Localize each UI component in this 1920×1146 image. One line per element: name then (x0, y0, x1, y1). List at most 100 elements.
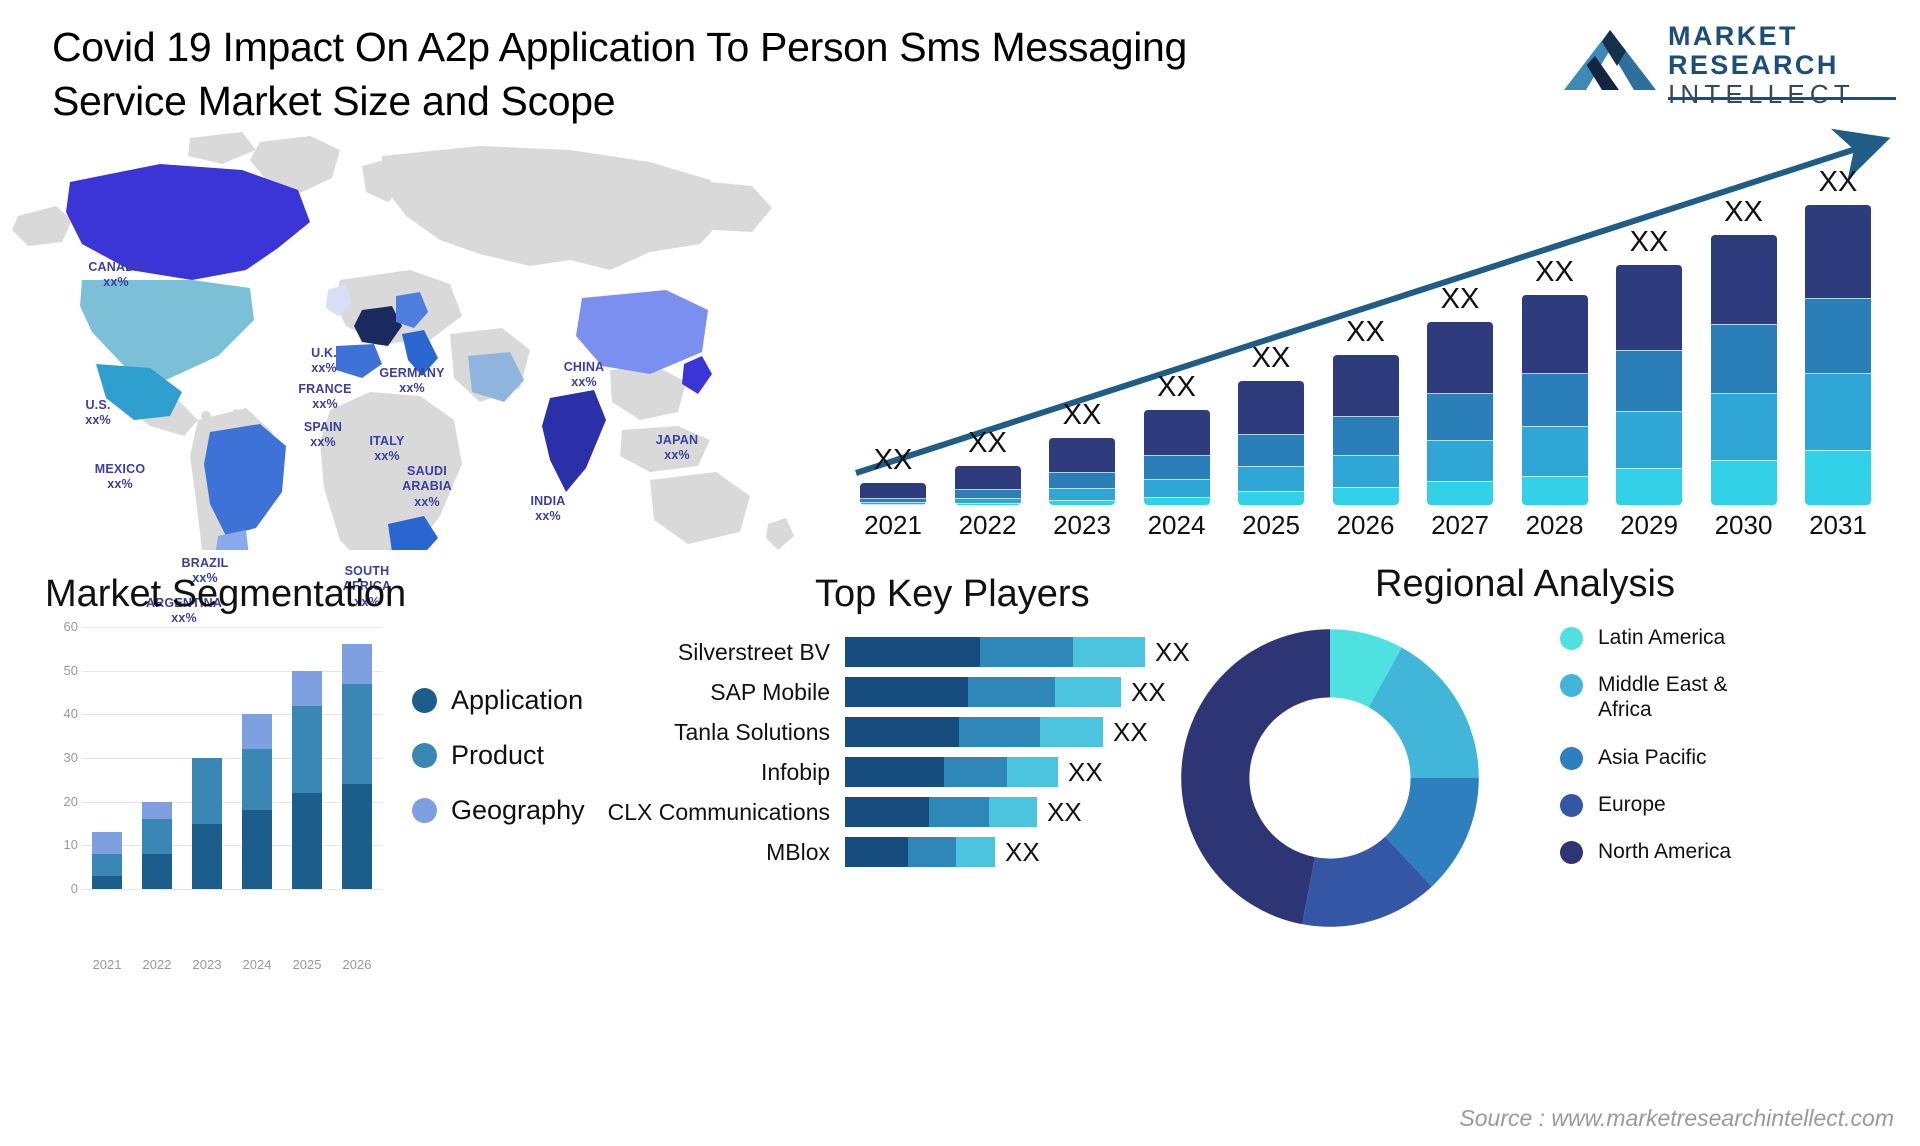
map-label-india: INDIA xx% (530, 494, 566, 524)
market-segmentation-legend: Application Product Geography (412, 685, 585, 850)
segmentation-bar-segment (92, 875, 122, 889)
forecast-bar-segment (1521, 426, 1588, 476)
forecast-bar-segment (1710, 234, 1777, 325)
player-bar-segment (908, 837, 956, 867)
forecast-bar-segment (1049, 500, 1115, 505)
logo-line-intellect: INTELLECT (1668, 78, 1855, 109)
forecast-bar-segment (1710, 392, 1777, 460)
segmentation-bar-segment (292, 670, 322, 706)
forecast-bar (1238, 381, 1304, 505)
segmentation-x-label: 2025 (292, 957, 322, 972)
forecast-bar-segment (1143, 409, 1210, 455)
segmentation-y-tick: 30 (63, 750, 78, 765)
forecast-year-label: 2024 (1147, 510, 1206, 540)
map-label-china: CHINA xx% (563, 360, 605, 390)
regional-analysis-panel: Regional Analysis Latin America Middle Ea… (1160, 555, 1920, 1135)
player-bar-segment (1073, 637, 1145, 667)
header: Covid 19 Impact On A2p Application To Pe… (0, 0, 1920, 130)
segmentation-y-tick: 40 (63, 706, 78, 722)
segmentation-bar-segment (342, 784, 372, 889)
forecast-bar-segment (1616, 349, 1682, 411)
forecast-bar-segment (1521, 294, 1588, 374)
forecast-bar-value: XX (1724, 195, 1763, 228)
player-row: Silverstreet BV XX (600, 637, 1190, 669)
region-legend-item: Asia Pacific (1560, 745, 1783, 770)
player-name-label: Silverstreet BV (677, 639, 830, 665)
player-bar-segment (989, 797, 1037, 827)
forecast-bar (954, 465, 1021, 505)
forecast-bar-value: XX (1440, 283, 1480, 316)
forecast-bar-segment (1427, 392, 1493, 441)
map-label-italy: ITALY xx% (369, 434, 405, 464)
forecast-bar-value: XX (873, 444, 913, 477)
legend-dot-icon (1560, 627, 1583, 650)
map-label-germany: GERMANY xx% (379, 366, 445, 396)
player-bar (845, 797, 1037, 827)
forecast-bar-segment (1332, 487, 1399, 505)
segmentation-bar-segment (142, 819, 172, 855)
region-legend-label: Latin America (1598, 626, 1726, 649)
player-bar-value: XX (1113, 717, 1148, 747)
logo-wordmark: MARKET RESEARCH INTELLECT (1668, 22, 1894, 109)
player-name-label: MBlox (766, 839, 830, 865)
map-label-uk: U.K. xx% (311, 346, 337, 376)
player-bar (845, 837, 995, 867)
forecast-bar-segment (1143, 454, 1210, 480)
player-bar-segment (929, 797, 989, 827)
forecast-year-label: 2029 (1620, 510, 1678, 540)
forecast-bar-segment (1710, 324, 1777, 393)
segmentation-y-tick: 0 (70, 881, 78, 896)
player-bar (845, 637, 1145, 667)
forecast-bar-segment (1238, 381, 1304, 435)
player-bar-segment (845, 637, 980, 667)
player-bar-value: XX (1005, 837, 1040, 867)
forecast-year-label: 2031 (1809, 510, 1867, 540)
forecast-bar-value: XX (1157, 370, 1196, 403)
player-bar-segment (944, 757, 1007, 787)
region-legend-label: Middle East & Africa (1598, 673, 1728, 722)
forecast-bar-segment (1427, 440, 1493, 482)
forecast-year-label: 2025 (1242, 510, 1300, 540)
segmentation-y-tick: 10 (63, 837, 78, 853)
player-name-label: CLX Communications (607, 799, 830, 825)
segmentation-legend-item: Product (412, 740, 585, 771)
forecast-bar-segment (1238, 434, 1304, 466)
map-label-us: U.S. xx% (85, 398, 111, 428)
forecast-bar-value: XX (1535, 255, 1574, 288)
forecast-bar (1616, 265, 1682, 505)
forecast-bar-segment (1427, 322, 1493, 393)
forecast-bar (1143, 409, 1210, 505)
market-segmentation-title: Market Segmentation (45, 573, 407, 615)
legend-dot-icon (1560, 746, 1583, 770)
market-segmentation-plot: 0 10 20 30 40 50 60 2021 2022 2023 2024 2025 2026 (64, 619, 382, 972)
forecast-bar-segment (1238, 465, 1304, 492)
player-name-label: Infobip (760, 759, 830, 785)
forecast-bar (1710, 234, 1777, 505)
page-title: Covid 19 Impact On A2p Application To Pe… (52, 24, 1188, 125)
player-bar-segment (845, 717, 959, 747)
map-label-canada: CANADA xx% (88, 260, 144, 290)
player-bar (845, 677, 1121, 707)
legend-dot-icon (412, 798, 437, 823)
region-legend-label: Europe (1598, 792, 1666, 816)
forecast-year-label: 2023 (1053, 510, 1111, 540)
player-bar-segment (1040, 717, 1103, 747)
player-bar-segment (845, 797, 929, 827)
region-legend-label: Asia Pacific (1598, 745, 1707, 769)
top-key-players-title: Top Key Players (815, 573, 1090, 615)
segmentation-bar (242, 714, 272, 889)
forecast-bar-segment (1616, 410, 1682, 468)
player-name-label: Tanla Solutions (674, 719, 830, 745)
forecast-bar-segment (1427, 481, 1493, 505)
map-label-saudi-arabia: SAUDI ARABIA xx% (402, 464, 452, 509)
segmentation-bar (192, 758, 222, 889)
forecast-bar-segment (1238, 491, 1304, 505)
player-bar-segment (845, 837, 908, 867)
forecast-year-label: 2028 (1525, 510, 1584, 540)
region-legend-item: North America (1560, 839, 1783, 864)
forecast-year-label: 2030 (1714, 510, 1773, 540)
market-segmentation-panel: Market Segmentation 0 10 20 30 40 50 60 2021 202… (30, 565, 585, 1125)
regional-analysis-title: Regional Analysis (1375, 563, 1675, 605)
legend-dot-icon (412, 743, 437, 768)
segmentation-gridline (82, 889, 382, 890)
